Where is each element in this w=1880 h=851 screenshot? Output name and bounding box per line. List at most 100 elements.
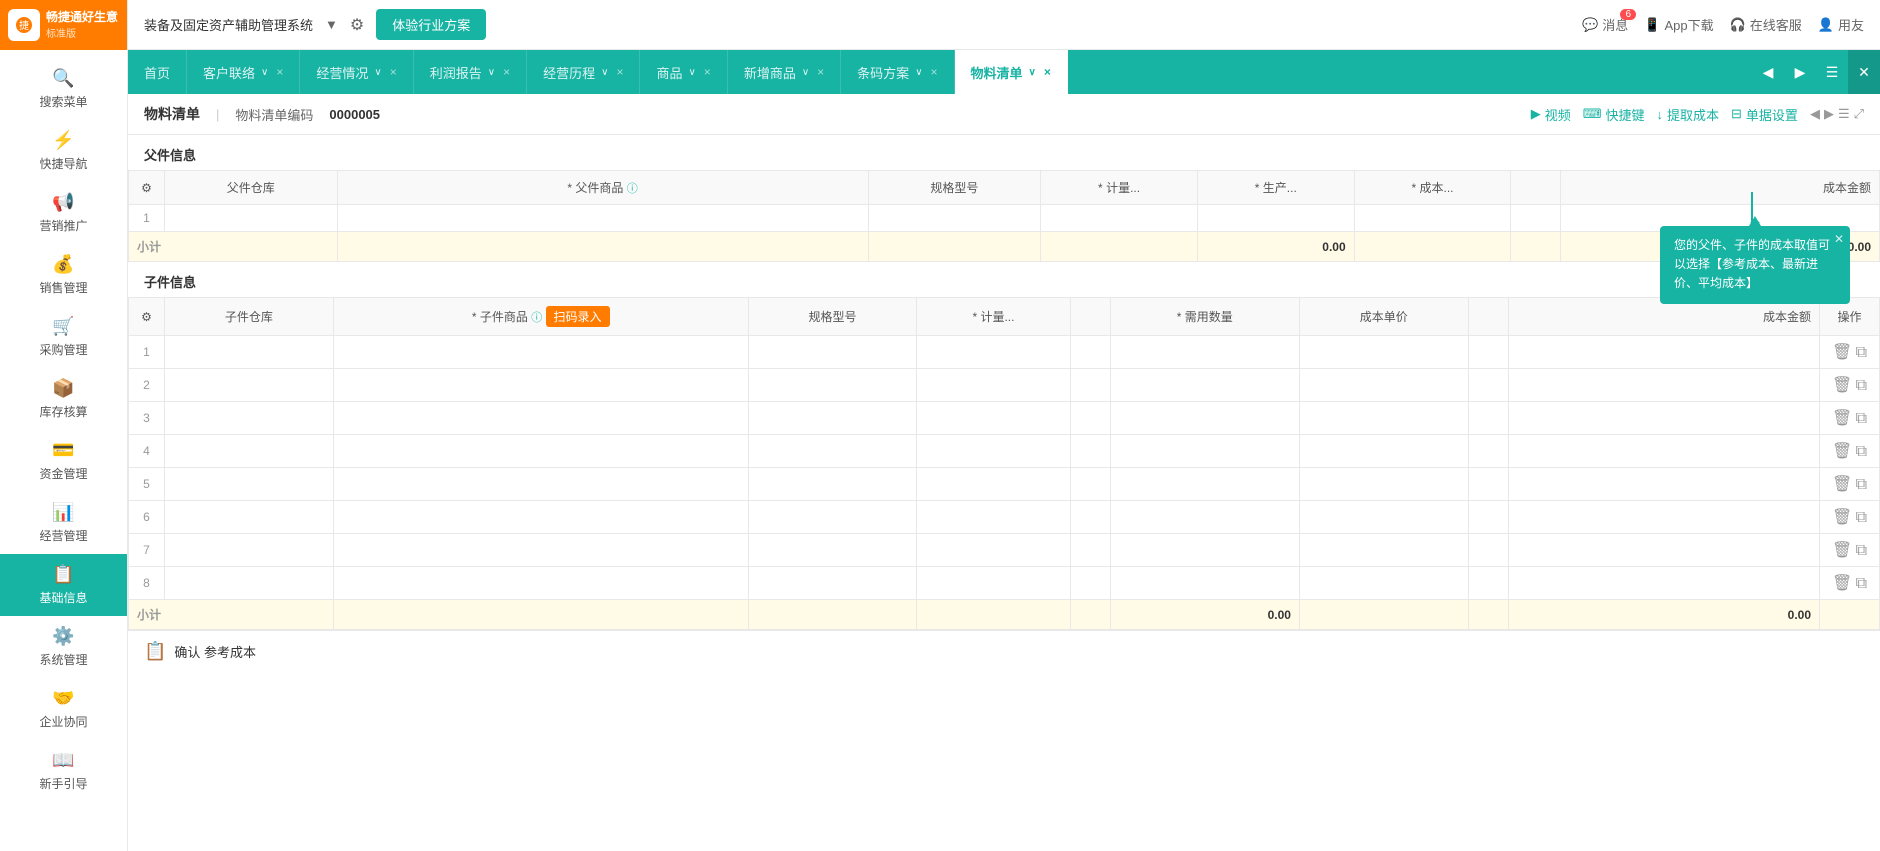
copy-btn[interactable]: ⧉ (1856, 476, 1867, 494)
child-unit-cost-cell[interactable] (1299, 336, 1468, 369)
gear-icon[interactable]: ⚙ (350, 15, 364, 35)
child-unit-cost-cell[interactable] (1299, 567, 1468, 600)
delete-btn[interactable]: 🗑 (1832, 474, 1852, 494)
child-unit-cost-cell[interactable] (1299, 468, 1468, 501)
list-view-btn[interactable]: ☰ (1838, 106, 1850, 122)
copy-btn[interactable]: ⧉ (1856, 443, 1867, 461)
child-product-cell[interactable] (333, 567, 748, 600)
tab-close-icon[interactable]: × (616, 65, 623, 79)
parent-cost-cell[interactable] (1354, 205, 1511, 232)
tab-close-icon[interactable]: × (931, 65, 938, 79)
child-unit-cell[interactable] (917, 534, 1070, 567)
tab-close-icon[interactable]: × (1044, 65, 1051, 79)
child-warehouse-cell[interactable] (165, 435, 334, 468)
tab-product[interactable]: 商品 ∨ × (640, 50, 727, 94)
th-child-settings[interactable]: ⚙ (129, 298, 165, 336)
child-product-cell[interactable] (333, 435, 748, 468)
tab-close-icon[interactable]: × (503, 65, 510, 79)
child-qty-cell[interactable] (1110, 336, 1299, 369)
child-product-cell[interactable] (333, 336, 748, 369)
child-spec-cell[interactable] (748, 567, 917, 600)
child-spec-cell[interactable] (748, 336, 917, 369)
parent-spec-cell[interactable] (868, 205, 1041, 232)
child-warehouse-cell[interactable] (165, 468, 334, 501)
child-product-cell[interactable] (333, 501, 748, 534)
delete-btn[interactable]: 🗑 (1832, 342, 1852, 362)
message-btn[interactable]: 💬 消息 6 (1582, 15, 1628, 34)
child-spec-cell[interactable] (748, 369, 917, 402)
child-unit-cost-cell[interactable] (1299, 534, 1468, 567)
shortcut-btn[interactable]: ⌨ 快捷键 (1583, 105, 1645, 124)
th-parent-settings[interactable]: ⚙ (129, 171, 165, 205)
right-arrow-btn[interactable]: ▶ (1824, 106, 1834, 122)
tab-operation[interactable]: 经营情况 ∨ × (300, 50, 413, 94)
tooltip-close-btn[interactable]: ✕ (1834, 230, 1844, 249)
parent-product-cell[interactable] (337, 205, 868, 232)
delete-btn[interactable]: 🗑 (1832, 441, 1852, 461)
child-unit-cell[interactable] (917, 336, 1070, 369)
child-unit-cell[interactable] (917, 501, 1070, 534)
child-product-cell[interactable] (333, 468, 748, 501)
tab-close-icon[interactable]: × (817, 65, 824, 79)
sidebar-item-marketing[interactable]: 📢 营销推广 (0, 182, 127, 244)
sidebar-item-quick[interactable]: ⚡ 快捷导航 (0, 120, 127, 182)
tab-bom[interactable]: 物料清单 ∨ × (955, 50, 1068, 94)
child-unit-cell[interactable] (917, 369, 1070, 402)
child-qty-cell[interactable] (1110, 567, 1299, 600)
sidebar-item-system[interactable]: ⚙️ 系统管理 (0, 616, 127, 678)
nav-close-btn[interactable]: ✕ (1848, 50, 1880, 94)
child-product-cell[interactable] (333, 369, 748, 402)
child-unit-cell[interactable] (917, 468, 1070, 501)
copy-btn[interactable]: ⧉ (1856, 344, 1867, 362)
view-btn[interactable]: ▶ 视频 (1531, 105, 1571, 124)
child-cost-amount-cell[interactable] (1508, 402, 1819, 435)
child-cost-amount-cell[interactable] (1508, 468, 1819, 501)
sidebar-item-purchase[interactable]: 🛒 采购管理 (0, 306, 127, 368)
tab-customer[interactable]: 客户联络 ∨ × (187, 50, 300, 94)
child-cost-amount-cell[interactable] (1508, 336, 1819, 369)
sidebar-item-operations[interactable]: 📊 经营管理 (0, 492, 127, 554)
tab-home[interactable]: 首页 (128, 50, 187, 94)
delete-btn[interactable]: 🗑 (1832, 375, 1852, 395)
child-unit-cost-cell[interactable] (1299, 369, 1468, 402)
child-unit-cost-cell[interactable] (1299, 435, 1468, 468)
parent-warehouse-cell[interactable] (165, 205, 338, 232)
child-warehouse-cell[interactable] (165, 369, 334, 402)
sidebar-item-finance[interactable]: 💳 资金管理 (0, 430, 127, 492)
delete-btn[interactable]: 🗑 (1832, 573, 1852, 593)
child-cost-amount-cell[interactable] (1508, 501, 1819, 534)
sidebar-item-enterprise[interactable]: 🤝 企业协同 (0, 678, 127, 740)
tab-close-icon[interactable]: × (276, 65, 283, 79)
child-unit-cost-cell[interactable] (1299, 501, 1468, 534)
scan-btn[interactable]: 扫码录入 (546, 306, 610, 327)
copy-btn[interactable]: ⧉ (1856, 377, 1867, 395)
parent-unit-cell[interactable] (1041, 205, 1198, 232)
sidebar-item-basic-info[interactable]: 📋 基础信息 (0, 554, 127, 616)
tab-close-icon[interactable]: × (390, 65, 397, 79)
child-unit-cell[interactable] (917, 435, 1070, 468)
child-unit-cell[interactable] (917, 402, 1070, 435)
tab-barcode[interactable]: 条码方案 ∨ × (841, 50, 954, 94)
child-warehouse-cell[interactable] (165, 567, 334, 600)
child-unit-cost-cell[interactable] (1299, 402, 1468, 435)
delete-btn[interactable]: 🗑 (1832, 507, 1852, 527)
child-product-cell[interactable] (333, 402, 748, 435)
child-cost-amount-cell[interactable] (1508, 567, 1819, 600)
child-qty-cell[interactable] (1110, 468, 1299, 501)
nav-menu-btn[interactable]: ☰ (1816, 50, 1848, 94)
child-spec-cell[interactable] (748, 435, 917, 468)
expand-btn[interactable]: ⤢ (1854, 106, 1864, 122)
sidebar-item-sales[interactable]: 💰 销售管理 (0, 244, 127, 306)
nav-prev-btn[interactable]: ◀ (1752, 50, 1784, 94)
child-qty-cell[interactable] (1110, 402, 1299, 435)
dropdown-arrow-icon[interactable]: ▼ (325, 17, 338, 32)
nav-next-btn[interactable]: ▶ (1784, 50, 1816, 94)
tab-new-product[interactable]: 新增商品 ∨ × (728, 50, 841, 94)
child-spec-cell[interactable] (748, 468, 917, 501)
try-btn[interactable]: 体验行业方案 (376, 9, 486, 40)
child-spec-cell[interactable] (748, 402, 917, 435)
copy-btn[interactable]: ⧉ (1856, 509, 1867, 527)
app-download-btn[interactable]: 📱 App下载 (1644, 15, 1713, 34)
child-product-cell[interactable] (333, 534, 748, 567)
delete-btn[interactable]: 🗑 (1832, 408, 1852, 428)
